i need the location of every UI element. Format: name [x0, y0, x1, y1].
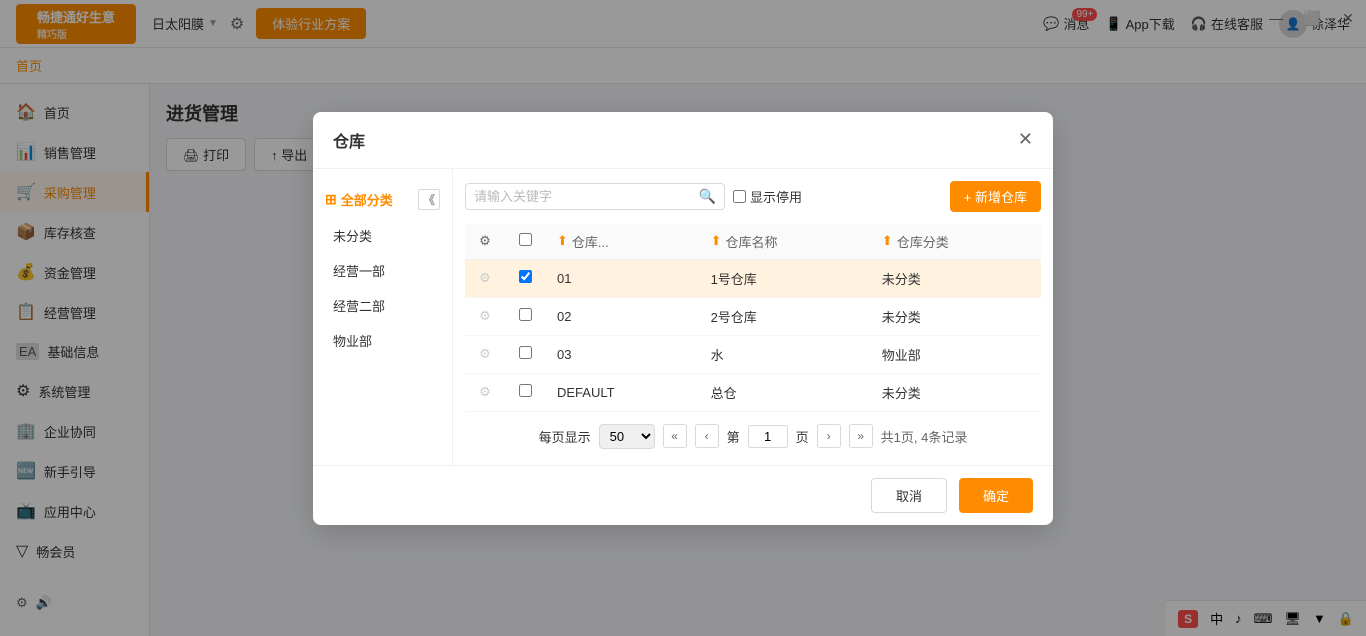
col-gear: ⚙: [465, 224, 505, 260]
name-sort-icon: ⬆: [711, 233, 722, 249]
modal-body: ⊞ 全部分类 《 未分类 经营一部 经营二部 物业部 🔍: [313, 169, 1053, 465]
row-checkbox-cell-1[interactable]: [505, 297, 545, 335]
row-gear-3[interactable]: ⚙: [465, 373, 505, 411]
row-checkbox-cell-0[interactable]: [505, 259, 545, 297]
row-category-2: 物业部: [870, 335, 1041, 373]
row-checkbox-cell-3[interactable]: [505, 373, 545, 411]
row-code-3: DEFAULT: [545, 373, 699, 411]
table-panel: 🔍 显示停用 + 新增仓库 ⚙: [453, 169, 1053, 465]
row-category-1: 未分类: [870, 297, 1041, 335]
table-header-row: ⚙ ⬆ 仓库...: [465, 224, 1041, 260]
row-category-0: 未分类: [870, 259, 1041, 297]
search-input[interactable]: [474, 189, 699, 204]
cancel-button[interactable]: 取消: [871, 478, 947, 513]
modal-overlay: 仓库 ✕ ⊞ 全部分类 《 未分类 经营一部 经营二部 物业部: [0, 0, 1366, 636]
warehouse-modal: 仓库 ✕ ⊞ 全部分类 《 未分类 经营一部 经营二部 物业部: [313, 112, 1053, 525]
modal-footer: 取消 确定: [313, 465, 1053, 525]
col-category: ⬆ 仓库分类: [870, 224, 1041, 260]
table-row[interactable]: ⚙ 02 2号仓库 未分类: [465, 297, 1041, 335]
category-item-3[interactable]: 物业部: [313, 323, 452, 358]
row-name-3: 总仓: [699, 373, 870, 411]
last-page-button[interactable]: »: [849, 424, 873, 448]
cat-sort-icon: ⬆: [882, 233, 893, 249]
row-gear-1[interactable]: ⚙: [465, 297, 505, 335]
col-code-label: 仓库...: [572, 232, 609, 251]
row-name-0: 1号仓库: [699, 259, 870, 297]
table-toolbar: 🔍 显示停用 + 新增仓库: [465, 181, 1041, 212]
grid-icon: ⊞: [325, 191, 337, 208]
category-item-1[interactable]: 经营一部: [313, 253, 452, 288]
add-warehouse-button[interactable]: + 新增仓库: [950, 181, 1041, 212]
table-row[interactable]: ⚙ DEFAULT 总仓 未分类: [465, 373, 1041, 411]
per-page-select[interactable]: 50 10 20 100: [599, 424, 655, 449]
per-page-label: 每页显示: [539, 427, 591, 446]
table-row[interactable]: ⚙ 03 水 物业部: [465, 335, 1041, 373]
next-page-button[interactable]: ›: [817, 424, 841, 448]
row-name-2: 水: [699, 335, 870, 373]
pagination: 每页显示 50 10 20 100 « ‹ 第 页 › » 共1页, 4条记录: [465, 412, 1041, 453]
collapse-button[interactable]: 《: [418, 189, 440, 210]
search-box: 🔍: [465, 183, 725, 210]
row-code-2: 03: [545, 335, 699, 373]
modal-title: 仓库: [333, 128, 365, 152]
category-panel: ⊞ 全部分类 《 未分类 经营一部 经营二部 物业部: [313, 169, 453, 465]
col-category-label: 仓库分类: [897, 232, 949, 251]
warehouse-table: ⚙ ⬆ 仓库...: [465, 224, 1041, 412]
table-row[interactable]: ⚙ 01 1号仓库 未分类: [465, 259, 1041, 297]
all-category-label[interactable]: 全部分类: [341, 190, 393, 209]
show-disabled-label: 显示停用: [750, 187, 802, 206]
col-name-label: 仓库名称: [725, 232, 777, 251]
confirm-button[interactable]: 确定: [959, 478, 1033, 513]
show-disabled-wrap: 显示停用: [733, 187, 802, 206]
page-input[interactable]: [748, 425, 788, 448]
total-label: 共1页, 4条记录: [881, 427, 968, 446]
select-all-checkbox[interactable]: [519, 233, 532, 246]
row-gear-0[interactable]: ⚙: [465, 259, 505, 297]
row-gear-2[interactable]: ⚙: [465, 335, 505, 373]
row-code-0: 01: [545, 259, 699, 297]
page-label: 第: [727, 427, 740, 446]
modal-close-button[interactable]: ✕: [1018, 129, 1033, 150]
category-header: ⊞ 全部分类 《: [313, 181, 452, 218]
first-page-button[interactable]: «: [663, 424, 687, 448]
page-suffix: 页: [796, 427, 809, 446]
modal-header: 仓库 ✕: [313, 112, 1053, 169]
search-icon[interactable]: 🔍: [699, 188, 716, 205]
sort-icon: ⬆: [557, 233, 568, 249]
row-category-3: 未分类: [870, 373, 1041, 411]
show-disabled-checkbox[interactable]: [733, 190, 746, 203]
col-checkbox: [505, 224, 545, 260]
col-code: ⬆ 仓库...: [545, 224, 699, 260]
col-name: ⬆ 仓库名称: [699, 224, 870, 260]
category-item-0[interactable]: 未分类: [313, 218, 452, 253]
row-name-1: 2号仓库: [699, 297, 870, 335]
prev-page-button[interactable]: ‹: [695, 424, 719, 448]
category-item-2[interactable]: 经营二部: [313, 288, 452, 323]
row-checkbox-cell-2[interactable]: [505, 335, 545, 373]
gear-icon: ⚙: [479, 233, 491, 248]
row-code-1: 02: [545, 297, 699, 335]
